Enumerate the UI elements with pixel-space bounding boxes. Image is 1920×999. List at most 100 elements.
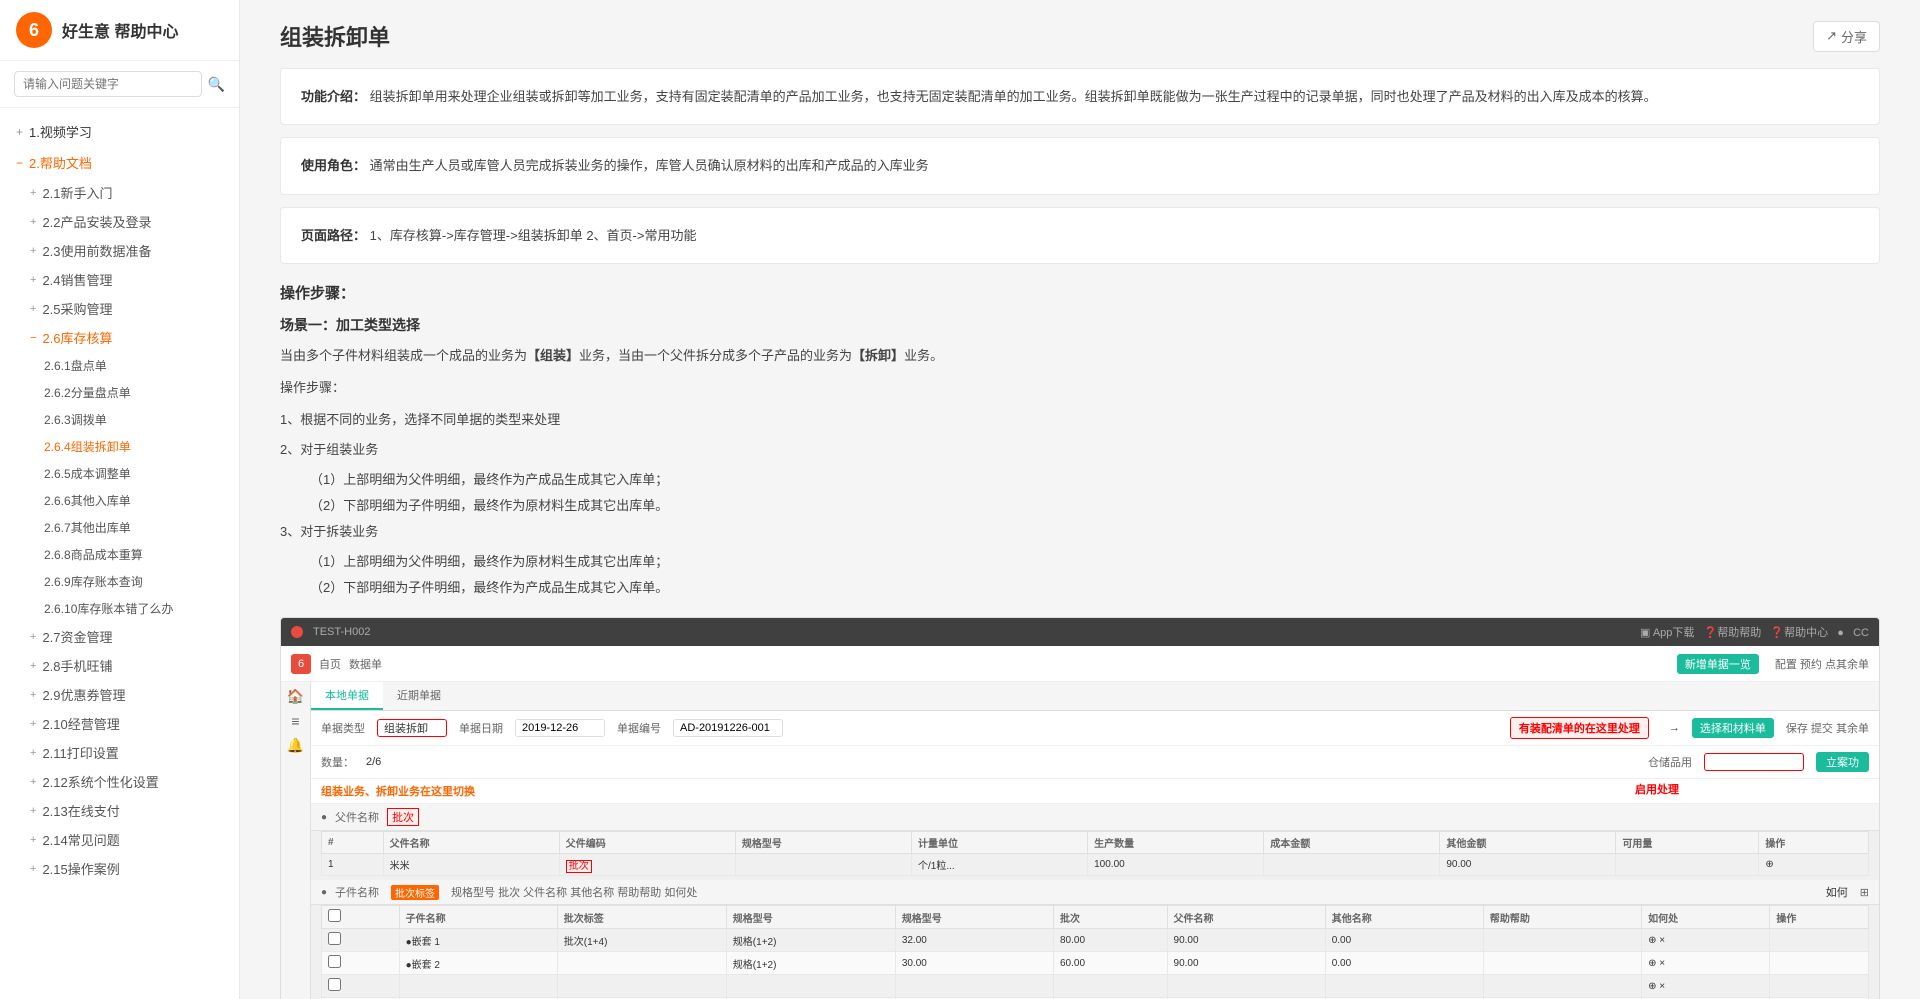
row-check[interactable]	[328, 978, 341, 991]
intro-text: 组装拆卸单用来处理企业组装或拆卸等加工业务，支持有固定装配清单的产品加工业务，也…	[370, 89, 1657, 104]
mock-tab-recent[interactable]: 近期单据	[383, 682, 455, 710]
sidebar-item-267[interactable]: 2.6.7其他出库单	[0, 514, 239, 541]
mock-annotation-clearlist: 有装配清单的在这里处理	[1510, 717, 1649, 739]
mock-expand-icon[interactable]: ⊞	[1860, 886, 1869, 899]
mock-nav-data[interactable]: 数据单	[349, 656, 382, 672]
mock-icon-list[interactable]: ≡	[291, 713, 299, 729]
mock-new-btn[interactable]: 新增单据一览	[1677, 654, 1759, 674]
select-all-check[interactable]	[328, 909, 341, 922]
sidebar-item-211[interactable]: + 2.11打印设置	[0, 738, 239, 767]
th-available: 可用量	[1616, 832, 1759, 854]
sidebar-item-2610[interactable]: 2.6.10库存账本错了么办	[0, 595, 239, 622]
collapse-icon: −	[30, 332, 36, 344]
sidebar-item-26[interactable]: − 2.6库存核算	[0, 323, 239, 352]
sidebar-item-23[interactable]: + 2.3使用前数据准备	[0, 236, 239, 265]
steps-title: 操作步骤：	[280, 282, 1880, 303]
step-2: 2、对于组装业务	[280, 437, 1880, 463]
expand-icon: +	[30, 718, 36, 730]
th-child-parent: 父件名称	[1167, 906, 1325, 929]
mock-scene-annotation: 组装业务、拆卸业务在这里切换 启用处理	[311, 779, 1879, 804]
expand-icon: +	[30, 863, 36, 875]
path-text: 1、库存核算->库存管理->组装拆卸单 2、首页->常用功能	[370, 228, 697, 243]
expand-icon: +	[30, 216, 36, 228]
sidebar-item-214[interactable]: + 2.14常见问题	[0, 825, 239, 854]
sidebar-item-21[interactable]: + 2.1新手入门	[0, 178, 239, 207]
mock-type-label: 单据类型	[321, 720, 365, 736]
mock-lower-table: 子件名称 批次标签 规格型号 规格型号 批次 父件名称 其他名称 帮助帮助 如何…	[321, 905, 1869, 999]
sidebar-item-27[interactable]: + 2.7资金管理	[0, 622, 239, 651]
mock-form-header: 单据类型 单据日期 单据编号 有装配清单的在这里处理 → 选择和材料单 保存 提…	[311, 711, 1879, 746]
mock-select-btn[interactable]: 选择和材料单	[1692, 718, 1774, 738]
table-row: ●嵌套 2 规格(1+2) 30.00 60.00 90.00 0.00 ⊕ ×	[322, 952, 1869, 975]
th-spec: 规格型号	[735, 832, 911, 854]
mock-type-input[interactable]	[377, 719, 447, 737]
sidebar-item-263[interactable]: 2.6.3调拨单	[0, 406, 239, 433]
mock-lower-badge: 批次标签	[391, 885, 439, 900]
step-2-2: （2）下部明细为子件明细，最终作为原材料生成其它出库单。	[280, 493, 1880, 519]
mock-icon-bell[interactable]: 🔔	[287, 737, 304, 754]
sidebar-item-label: 2.4销售管理	[42, 270, 112, 289]
mock-lower-more: 规格型号 批次 父件名称 其他名称 帮助帮助 如何处	[451, 884, 697, 900]
sidebar-item-210[interactable]: + 2.10经营管理	[0, 709, 239, 738]
mock-nav-home[interactable]: 自页	[319, 656, 341, 672]
search-icon[interactable]: 🔍	[208, 76, 225, 93]
mock-tab-local[interactable]: 本地单据	[311, 682, 383, 710]
search-input[interactable]	[14, 71, 202, 97]
mock-enable-annotation: 启用处理	[1635, 781, 1679, 797]
expand-icon: +	[30, 776, 36, 788]
table-row: 1 米米 批次 个/1粒... 100.00 90.00 ⊕	[322, 854, 1869, 876]
scene1-steps-title: 操作步骤：	[280, 375, 1880, 401]
sidebar-item-video[interactable]: + 1.视频学习	[0, 116, 239, 147]
sidebar-item-215[interactable]: + 2.15操作案例	[0, 854, 239, 883]
sidebar-item-label: 2.12系统个性化设置	[42, 772, 158, 791]
topbar-logo: TEST-H002	[313, 626, 370, 638]
sidebar-item-268[interactable]: 2.6.8商品成本重算	[0, 541, 239, 568]
sidebar-item-29[interactable]: + 2.9优惠券管理	[0, 680, 239, 709]
sidebar-item-261[interactable]: 2.6.1盘点单	[0, 352, 239, 379]
th-child-name: 子件名称	[399, 906, 557, 929]
row-check[interactable]	[328, 955, 341, 968]
expand-icon: +	[30, 834, 36, 846]
sidebar-item-269[interactable]: 2.6.9库存账本查询	[0, 568, 239, 595]
td-unit: 个/1粒...	[912, 854, 1088, 876]
th-parent-code: 父件编码	[559, 832, 735, 854]
sidebar-item-22[interactable]: + 2.2产品安装及登录	[0, 207, 239, 236]
mock-tabs: 本地单据 近期单据	[311, 682, 1879, 711]
mock-number-label: 单据编号	[617, 720, 661, 736]
sidebar-item-help-docs[interactable]: − 2.帮助文档	[0, 147, 239, 178]
role-text: 通常由生产人员或库管人员完成拆装业务的操作，库管人员确认原材料的出库和产成品的入…	[370, 158, 929, 173]
mock-action-btns: 保存 提交 其余单	[1786, 720, 1869, 736]
sidebar-item-28[interactable]: + 2.8手机旺铺	[0, 651, 239, 680]
mock-number-input[interactable]	[673, 719, 783, 737]
td-spec	[735, 854, 911, 876]
row-check[interactable]	[328, 932, 341, 945]
sidebar-item-24[interactable]: + 2.4销售管理	[0, 265, 239, 294]
mock-warehouse-input[interactable]	[1704, 753, 1804, 771]
mock-lower-sub: 如何	[1826, 884, 1848, 900]
page-title: 组装拆卸单	[280, 20, 390, 52]
sidebar-item-262[interactable]: 2.6.2分量盘点单	[0, 379, 239, 406]
sidebar-item-label: 1.视频学习	[29, 122, 92, 141]
sidebar-item-212[interactable]: + 2.12系统个性化设置	[0, 767, 239, 796]
mock-date-input[interactable]	[515, 719, 605, 737]
sidebar-item-25[interactable]: + 2.5采购管理	[0, 294, 239, 323]
td-cost	[1264, 854, 1440, 876]
sidebar-item-label: 2.1新手入门	[42, 183, 112, 202]
step-3-1: （1）上部明细为父件明细，最终作为原材料生成其它出库单；	[280, 549, 1880, 575]
sidebar-item-264[interactable]: 2.6.4组装拆卸单	[0, 433, 239, 460]
share-label: 分享	[1841, 27, 1867, 46]
mock-icon-home[interactable]: 🏠	[287, 688, 304, 705]
sidebar-item-213[interactable]: + 2.13在线支付	[0, 796, 239, 825]
share-button[interactable]: ↗ 分享	[1813, 21, 1880, 52]
mock-confirm-btn[interactable]: 立案功	[1816, 752, 1869, 772]
logo-icon: 6	[16, 12, 52, 48]
mock-sidebar-icons: 🏠 ≡ 🔔	[281, 682, 311, 999]
sidebar-item-266[interactable]: 2.6.6其他入库单	[0, 487, 239, 514]
mock-qty-value: 2/6	[366, 756, 381, 768]
mock-upper-table: # 父件名称 父件编码 规格型号 计量单位 生产数量 成本金额 其他金额 可用量	[321, 831, 1869, 876]
search-box: 🔍	[0, 61, 239, 108]
collapse-icon: −	[16, 156, 23, 170]
th-child-spec2: 规格型号	[895, 906, 1053, 929]
sidebar-item-265[interactable]: 2.6.5成本调整单	[0, 460, 239, 487]
td-name: 米米	[383, 854, 559, 876]
